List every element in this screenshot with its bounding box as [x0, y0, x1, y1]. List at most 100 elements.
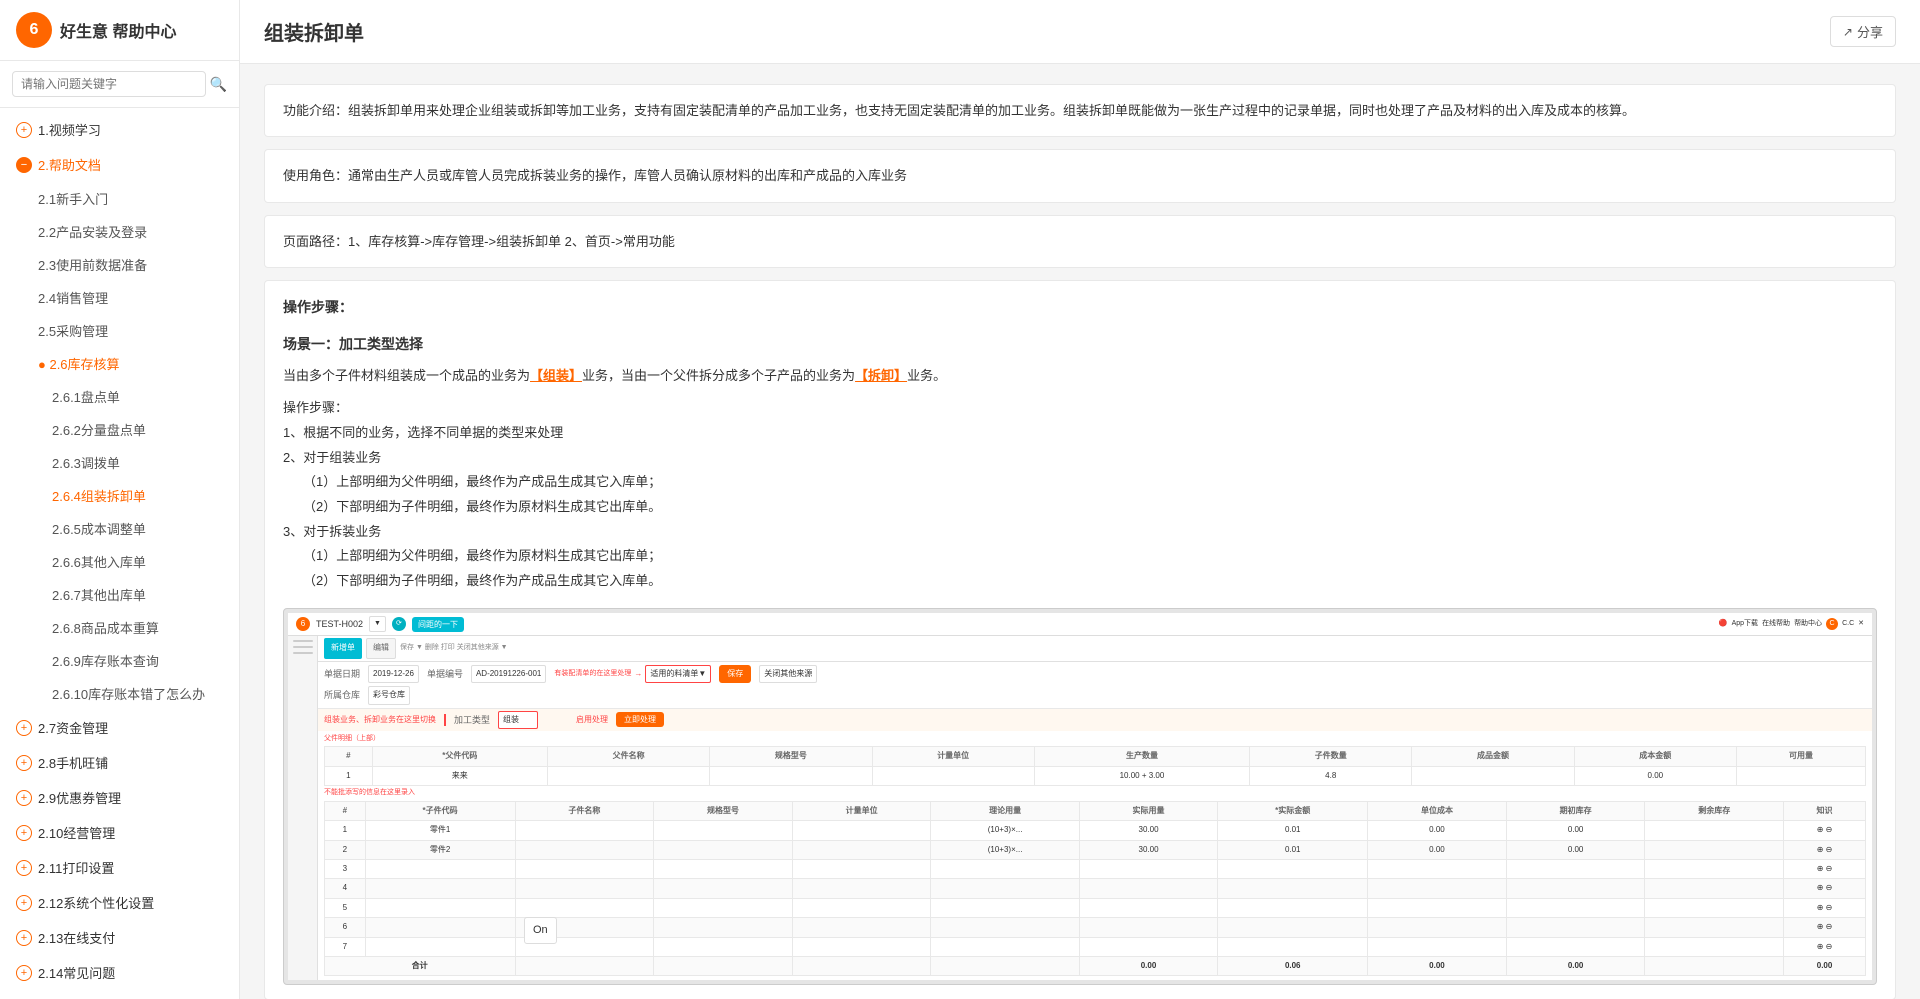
step2-1: （1）上部明细为父件明细，最终作为产成品生成其它入库单；: [283, 470, 1877, 495]
sidebar-item-2-13[interactable]: + 2.13在线支付: [0, 920, 239, 955]
mini-icon-help: 在线帮助: [1762, 618, 1790, 631]
sidebar-item-2[interactable]: − 2.帮助文档: [0, 147, 239, 182]
mini-upper-cell-camt: 0.00: [1574, 766, 1736, 785]
mini-form: 单据日期 2019-12-26 单据编号 AD-20191226-001 有装配…: [318, 662, 1872, 709]
mini-form-row-2: 所属仓库 彩号仓库: [324, 686, 1866, 704]
intro-text-2: 使用角色：通常由生产人员或库管人员完成拆装业务的操作，库管人员确认原材料的出库和…: [283, 168, 907, 183]
mini-lower-row-5: 5⊕ ⊖: [325, 898, 1866, 917]
sidebar-item-2-6-8[interactable]: 2.6.8商品成本重算: [0, 611, 239, 644]
sidebar-item-2-10[interactable]: + 2.10经营管理: [0, 815, 239, 850]
expand-icon-2-9: +: [16, 790, 32, 806]
expand-icon-2-7: +: [16, 720, 32, 736]
sidebar-label-2-13: 2.13在线支付: [38, 928, 115, 947]
mini-footer-c4: [931, 956, 1079, 975]
mini-footer-c2: [654, 956, 793, 975]
mini-lower-header-area: 不能批添写的信息在这里录入: [318, 786, 1872, 801]
mini-lth-sub-code: *子件代码: [365, 801, 515, 820]
sidebar-item-2-6-4[interactable]: 2.6.4组装拆卸单: [0, 479, 239, 512]
steps-title: 操作步骤：: [283, 396, 1877, 421]
mini-no-label: 单据编号: [427, 666, 463, 682]
mini-lcell-theory-2: (10+3)×...: [931, 840, 1079, 859]
sidebar-item-2-11[interactable]: + 2.11打印设置: [0, 850, 239, 885]
mini-topright: 🔴 App下载 在线帮助 帮助中心 C C.C ✕: [1719, 618, 1864, 631]
sidebar-item-2-6-3[interactable]: 2.6.3调拨单: [0, 446, 239, 479]
mini-avatar: C: [1826, 618, 1838, 630]
mini-upper-table-area: 父件明细（上部） # *父件代码 父件名称 规格型号 计量单位: [318, 731, 1872, 786]
collapse-icon-2: −: [16, 157, 32, 173]
mini-lcell-name-1: [515, 821, 654, 840]
sidebar-item-1[interactable]: + 1.视频学习: [0, 112, 239, 147]
mini-lower-row-3: 3⊕ ⊖: [325, 860, 1866, 879]
sidebar-item-2-9[interactable]: + 2.9优惠券管理: [0, 780, 239, 815]
mini-lcell-seq-1: 1: [325, 821, 366, 840]
mini-lcell-ops-2: ⊕ ⊖: [1784, 840, 1866, 859]
mini-lcell-name-2: [515, 840, 654, 859]
mini-save-btn[interactable]: 保存: [719, 665, 751, 683]
ops-title: 操作步骤：: [283, 295, 1877, 320]
sidebar-item-2-6-7[interactable]: 2.6.7其他出库单: [0, 578, 239, 611]
mini-lcell-ucost-1: 0.00: [1368, 821, 1507, 840]
sidebar-label-2-7: 2.7资金管理: [38, 718, 108, 737]
mini-date-label: 单据日期: [324, 666, 360, 682]
mini-lcell-rem-1: [1645, 821, 1784, 840]
mini-lcell-actual-1: 30.00: [1079, 821, 1218, 840]
sidebar-item-2-6-10[interactable]: 2.6.10库存账本错了怎么办: [0, 677, 239, 710]
expand-icon-1: +: [16, 122, 32, 138]
mini-lower-row-2: 2 零件2 (10+3)×... 30.00 0.01: [325, 840, 1866, 859]
sidebar-item-2-7[interactable]: + 2.7资金管理: [0, 710, 239, 745]
mini-new-btn[interactable]: 间距的一下: [412, 617, 464, 632]
mini-anno1-text: 有装配清单的在这里处理: [554, 668, 631, 681]
mini-lcell-actual-2: 30.00: [1079, 840, 1218, 859]
mini-type-value: 组装: [498, 711, 538, 729]
search-area: 🔍: [0, 61, 239, 108]
sidebar-item-2-4[interactable]: 2.4销售管理: [0, 281, 239, 314]
mini-icon-flag: 🔴: [1719, 618, 1728, 631]
expand-icon-2-11: +: [16, 860, 32, 876]
logo-icon: 6: [16, 12, 52, 48]
mini-lcell-seq-2: 2: [325, 840, 366, 859]
sidebar-item-2-6-6[interactable]: 2.6.6其他入库单: [0, 545, 239, 578]
mini-confirm-btn[interactable]: 立即处理: [616, 712, 664, 727]
mini-logo: 6: [296, 617, 310, 631]
intro-block-3: 页面路径：1、库存核算->库存管理->组装拆卸单 2、首页->常用功能: [264, 215, 1896, 268]
step3: 3、对于拆装业务: [283, 520, 1877, 545]
content-area: 功能介绍：组装拆卸单用来处理企业组装或拆卸等加工业务，支持有固定装配清单的产品加…: [240, 64, 1920, 999]
mini-no-value: AD-20191226-001: [471, 665, 546, 683]
mini-lcell-ucost-2: 0.00: [1368, 840, 1507, 859]
sidebar-item-2-6-5[interactable]: 2.6.5成本调整单: [0, 512, 239, 545]
mini-lth-unit: 计量单位: [792, 801, 931, 820]
sidebar-item-2-6-2[interactable]: 2.6.2分量盘点单: [0, 413, 239, 446]
sidebar-item-2-5[interactable]: 2.5采购管理: [0, 314, 239, 347]
main-area: 组装拆卸单 ↗ 分享 功能介绍：组装拆卸单用来处理企业组装或拆卸等加工业务，支持…: [240, 0, 1920, 999]
mini-warehouse-label: 所属仓库: [324, 687, 360, 703]
logo-text: 好生意 帮助中心: [60, 18, 176, 42]
search-input[interactable]: [12, 71, 206, 97]
mini-upper-cell-seq: 1: [325, 766, 373, 785]
mini-upper-row-1: 1 来来 10.00 + 3.00 4.8: [325, 766, 1866, 785]
mini-lower-table: # *子件代码 子件名称 规格型号 计量单位 理论用量 实际用量 *实际金额: [324, 801, 1866, 977]
sidebar-item-2-8[interactable]: + 2.8手机旺铺: [0, 745, 239, 780]
sidebar-item-2-1[interactable]: 2.1新手入门: [0, 182, 239, 215]
on-badge: On: [524, 917, 557, 945]
mini-lcell-unit-2: [792, 840, 931, 859]
share-button[interactable]: ↗ 分享: [1830, 16, 1896, 47]
mini-icon-center: 帮助中心: [1794, 618, 1822, 631]
sidebar-item-2-6[interactable]: ● 2.6库存核算: [0, 347, 239, 380]
intro-text-3: 页面路径：1、库存核算->库存管理->组装拆卸单 2、首页->常用功能: [283, 234, 675, 249]
intro-text-1: 功能介绍：组装拆卸单用来处理企业组装或拆卸等加工业务，支持有固定装配清单的产品加…: [283, 103, 1635, 118]
sidebar-item-2-2[interactable]: 2.2产品安装及登录: [0, 215, 239, 248]
sidebar-item-2-14[interactable]: + 2.14常见问题: [0, 955, 239, 990]
mini-tab-edit: 编辑: [366, 638, 396, 658]
sidebar-item-2-6-1[interactable]: 2.6.1盘点单: [0, 380, 239, 413]
sidebar-label-2-11: 2.11打印设置: [38, 858, 114, 877]
sidebar-item-2-15[interactable]: + 2.15操作案例: [0, 990, 239, 999]
search-button[interactable]: 🔍: [210, 76, 227, 93]
step2-2: （2）下部明细为子件明细，最终作为原材料生成其它出库单。: [283, 495, 1877, 520]
sidebar-item-2-6-9[interactable]: 2.6.9库存账本查询: [0, 644, 239, 677]
mini-lcell-rem-2: [1645, 840, 1784, 859]
sidebar-item-2-12[interactable]: + 2.12系统个性化设置: [0, 885, 239, 920]
mini-lcell-spec-1: [654, 821, 793, 840]
sidebar-label-1: 1.视频学习: [38, 120, 101, 139]
mini-anno1-group: 有装配清单的在这里处理 → 适用的料清单▼: [554, 665, 711, 683]
sidebar-item-2-3[interactable]: 2.3使用前数据准备: [0, 248, 239, 281]
